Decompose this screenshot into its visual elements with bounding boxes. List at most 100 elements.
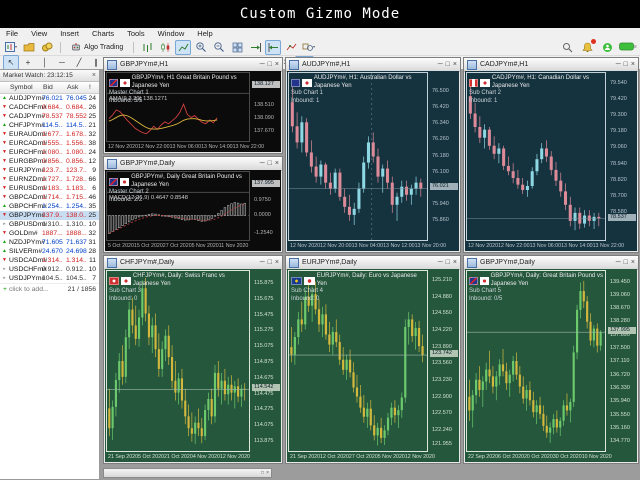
chart-window-gbpjpy-daily-macd[interactable]: GBPJPYm#,Daily ─ □ × GBPJPYm#, Daily Great…	[103, 156, 283, 253]
algo-trading-button[interactable]: Algo Trading	[66, 40, 128, 55]
time-axis[interactable]: 12 Nov 2020 12 Nov 20:00 13 Nov 04:00 13 No…	[288, 242, 446, 250]
price-scale[interactable]: 138.510 138.090 137.670 138.127	[251, 72, 281, 142]
search-icon[interactable]	[559, 40, 575, 55]
window-titlebar[interactable]: EURJPYm#,Daily ─ □ ×	[286, 256, 460, 270]
crosshair-tool-button[interactable]: +	[20, 55, 36, 70]
add-symbol-icon[interactable]: +	[3, 286, 7, 293]
chart-canvas[interactable]: CADJPYm#, H1: Canadian Dollar vs Japanes…	[465, 71, 637, 251]
maximize-button[interactable]: □	[446, 258, 450, 267]
close-button[interactable]: ×	[266, 470, 269, 476]
market-watch-row[interactable]: ▼ EURCHFm# 1.080.. 1.080.. 24	[0, 148, 99, 157]
chart-shift-button[interactable]	[247, 40, 263, 55]
trendline-tool-button[interactable]: ╱	[71, 55, 87, 70]
menu-window[interactable]: Window	[158, 29, 185, 38]
close-button[interactable]: ×	[631, 60, 635, 69]
time-axis[interactable]: 21 Sep 2020 12 Oct 2020 27 Oct 2020 5 Nov 2…	[288, 453, 435, 461]
close-button[interactable]: ×	[453, 60, 457, 69]
price-scale[interactable]: 76.500 76.420 76.340 76.260 76.180 76.100 76.0…	[429, 72, 459, 241]
column-ask[interactable]: Ask	[66, 84, 88, 91]
maximize-button[interactable]: □	[446, 60, 450, 69]
time-axis[interactable]: 12 Nov 2020 12 Nov 22:00 13 Nov 06:00 13 No…	[466, 242, 624, 250]
profiles-button[interactable]	[21, 40, 37, 55]
new-order-button[interactable]	[39, 40, 55, 55]
chart-canvas[interactable]: EURJPYm#, Daily: Euro vs Japanese Yen Su…	[287, 269, 459, 462]
minimize-button[interactable]: ─	[616, 60, 621, 69]
market-watch-row[interactable]: ▼ GBPCADm# 1.714.. 1.715.. 46	[0, 193, 99, 202]
indicators-button[interactable]	[283, 40, 299, 55]
price-scale[interactable]: 139.450 139.060 138.670 138.280 137.890 137.5…	[607, 270, 637, 452]
menu-charts[interactable]: Charts	[92, 29, 114, 38]
chart-canvas[interactable]: GBPJPYm#, Daily Great Britain Pound vs J…	[105, 170, 281, 251]
price-scale[interactable]: 0.9750 0.0000 -1.2540 137.995	[251, 171, 281, 241]
menu-insert[interactable]: Insert	[60, 29, 79, 38]
vertical-line-tool-button[interactable]: │	[37, 55, 53, 70]
minimize-button[interactable]: ─	[260, 258, 265, 267]
window-titlebar[interactable]: CHFJPYm#,Daily ─ □ ×	[104, 256, 282, 270]
column-spread[interactable]: !	[88, 84, 98, 91]
auto-scroll-button[interactable]	[265, 39, 282, 55]
window-titlebar[interactable]: GBPJPYm#,H1 ─ □ ×	[104, 58, 282, 72]
maximize-button[interactable]: □	[268, 159, 272, 168]
community-icon[interactable]	[599, 40, 615, 55]
menu-tools[interactable]: Tools	[127, 29, 145, 38]
chart-canvas[interactable]: AUDJPYm#, H1: Australian Dollar vs Japan…	[287, 71, 459, 251]
close-button[interactable]: ×	[631, 258, 635, 267]
market-watch-row[interactable]: ▲ NZDJPYm# 71.605 71.637 31	[0, 238, 99, 247]
market-watch-row[interactable]: ▼ EURJPYm# 123.7.. 123.7.. 9	[0, 166, 99, 175]
time-axis[interactable]: 5 Oct 2020 15 Oct 2020 27 Oct 2020 5 Nov 20…	[106, 242, 250, 250]
price-scale[interactable]: 79.540 79.420 79.300 79.180 79.060 78.940 78.8…	[607, 72, 637, 241]
market-watch-row[interactable]: ▲ AUDJPYm# 76.021 76.045 24	[0, 94, 99, 103]
close-button[interactable]: ×	[275, 60, 279, 69]
market-watch-row[interactable]: ▼ EURNZDm# 1.727.. 1.728.. 66	[0, 175, 99, 184]
add-symbol-label[interactable]: click to add...	[9, 286, 49, 293]
new-chart-button[interactable]	[3, 40, 19, 55]
price-scale[interactable]: 115.875 115.675 115.475 115.275 115.075 114.8…	[251, 270, 281, 452]
tile-windows-button[interactable]	[229, 40, 245, 55]
market-watch-row[interactable]: ▲ GBPCHFm# 1.254.. 1.254.. 35	[0, 202, 99, 211]
column-symbol[interactable]: Symbol	[9, 84, 42, 91]
close-button[interactable]: ×	[275, 258, 279, 267]
close-icon[interactable]: ×	[92, 72, 96, 79]
objects-dropdown-button[interactable]	[301, 40, 317, 55]
zoom-in-button[interactable]	[193, 40, 209, 55]
market-watch-row[interactable]: ▸ USDJPYm# 104.5.. 104.5.. 7	[0, 274, 99, 283]
menu-view[interactable]: View	[31, 29, 47, 38]
window-titlebar[interactable]: GBPJPYm#,Daily ─ □ ×	[104, 157, 282, 171]
menu-file[interactable]: File	[6, 29, 18, 38]
candlestick-chart-button[interactable]	[157, 40, 173, 55]
minimize-button[interactable]: ─	[438, 258, 443, 267]
restore-button[interactable]: □	[261, 470, 264, 476]
minimize-button[interactable]: ─	[616, 258, 621, 267]
minimize-button[interactable]: ─	[260, 60, 265, 69]
menu-help[interactable]: Help	[197, 29, 212, 38]
market-watch-row[interactable]: ▲ CHFJPYm# 114.5.. 114.5.. 21	[0, 121, 99, 130]
time-axis[interactable]: 21 Sep 2020 5 Oct 2020 21 Oct 2020 4 Nov 20…	[106, 453, 250, 461]
notifications-bell-icon[interactable]	[579, 38, 596, 55]
market-watch-column-headers[interactable]: Symbol Bid Ask !	[0, 82, 99, 94]
market-watch-row[interactable]: ▼ EURAUDm# 1.677.. 1.678.. 32	[0, 130, 99, 139]
close-button[interactable]: ×	[275, 159, 279, 168]
line-chart-button[interactable]	[175, 39, 192, 55]
minimize-button[interactable]: ─	[260, 159, 265, 168]
market-watch-row[interactable]: ▼ GBPJPYm# 137.9.. 138.0.. 25	[0, 211, 99, 220]
window-titlebar[interactable]: GBPJPYm#,Daily ─ □ ×	[464, 256, 638, 270]
market-watch-row[interactable]: ▼ USDCADm# 1.314.. 1.314.. 11	[0, 256, 99, 265]
maximize-button[interactable]: □	[268, 258, 272, 267]
market-watch-row[interactable]: ▼ EURGBPm# 0.856.. 0.856.. 12	[0, 157, 99, 166]
chart-window-chfjpy-daily[interactable]: CHFJPYm#,Daily ─ □ × CHFJPYm#, Daily: Swis…	[103, 255, 283, 464]
time-axis[interactable]: 22 Sep 2020 6 Oct 2020 20 Oct 2020 30 Oct 2…	[466, 453, 612, 461]
market-watch-row[interactable]: ▼ EURCADm# 1.555.. 1.556.. 38	[0, 139, 99, 148]
minimize-button[interactable]: ─	[438, 60, 443, 69]
market-watch-row[interactable]: ▼ EURUSDm# 1.183.. 1.183.. 6	[0, 184, 99, 193]
market-watch-row[interactable]: ▼ GOLDm# 1887... 1888... 32	[0, 229, 99, 238]
chart-window-audjpy-h1[interactable]: AUDJPYm#,H1 ─ □ × AUDJPYm#, H1: Australian…	[285, 57, 461, 253]
chart-window-cadjpy-h1[interactable]: CADJPYm#,H1 ─ □ × CADJPYm#, H1: Canadian D…	[463, 57, 639, 253]
market-watch-row[interactable]: ▼ CADCHFm# 0.684.. 0.684.. 26	[0, 103, 99, 112]
bar-chart-button[interactable]	[139, 40, 155, 55]
market-watch-row[interactable]: ▲ SILVERm# 24.670 24.698 28	[0, 247, 99, 256]
market-watch-row[interactable]: ▸ USDCHFm# 0.912.. 0.912.. 10	[0, 265, 99, 274]
minimized-window-bar[interactable]: □ ×	[103, 468, 272, 478]
window-titlebar[interactable]: AUDJPYm#,H1 ─ □ ×	[286, 58, 460, 72]
maximize-button[interactable]: □	[624, 258, 628, 267]
market-watch-row[interactable]: ▸ GBPUSDm# 1.310.. 1.310.. 10	[0, 220, 99, 229]
